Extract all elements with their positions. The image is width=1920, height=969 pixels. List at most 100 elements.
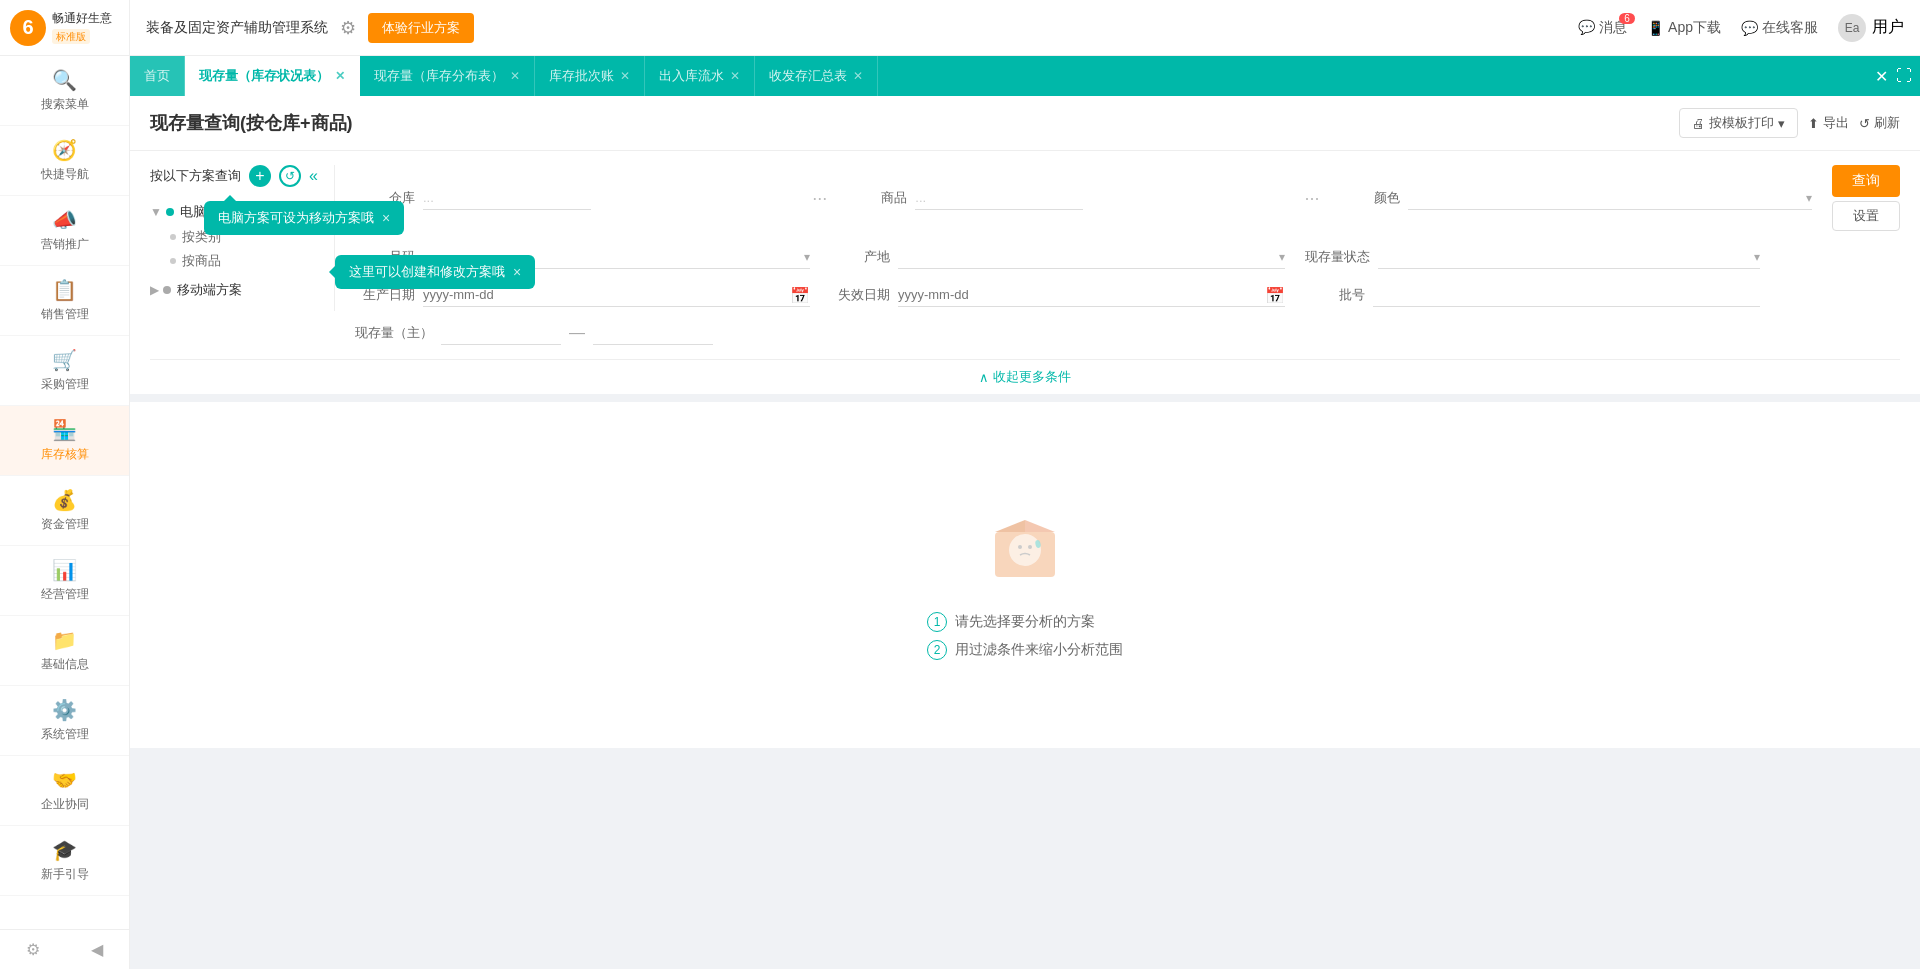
settings-footer-btn[interactable]: ⚙ [26, 940, 40, 959]
tab-batch-account[interactable]: 库存批次账 ✕ [535, 56, 645, 96]
batch-label: 批号 [1305, 286, 1365, 304]
tab-close-inventory-status[interactable]: ✕ [335, 69, 345, 83]
sidebar-item-search[interactable]: 🔍 搜索菜单 [0, 56, 129, 126]
tooltip1-close[interactable]: × [382, 210, 390, 226]
goods-select-wrapper [915, 186, 1304, 210]
header-gear-icon[interactable]: ⚙ [340, 17, 356, 39]
logo-text: 畅通好生意 标准版 [52, 11, 112, 44]
sys-name: 装备及固定资产辅助管理系统 [146, 19, 328, 37]
goods-input[interactable] [915, 186, 1083, 210]
filter-label: 按以下方案查询 [150, 167, 241, 185]
filter-circle-btn[interactable]: ↺ [279, 165, 301, 187]
warehouse-input[interactable] [423, 186, 591, 210]
export-btn[interactable]: ⬆ 导出 [1808, 114, 1849, 132]
filter-color: 颜色 ▾ [1340, 186, 1812, 210]
empty-step-1: 1 请先选择要分析的方案 [927, 612, 1123, 632]
filter-header: 按以下方案查询 + ↺ « [150, 165, 318, 187]
query-btn[interactable]: 查询 [1832, 165, 1900, 197]
refresh-icon: ↺ [1859, 116, 1870, 131]
warehouse-select-wrapper [423, 186, 812, 210]
template-print-btn[interactable]: 🖨 按模板打印 ▾ [1679, 108, 1798, 138]
tabs-expand-btn[interactable]: ⛶ [1896, 67, 1912, 85]
tab-inout-flow[interactable]: 出入库流水 ✕ [645, 56, 755, 96]
empty-steps: 1 请先选择要分析的方案 2 用过滤条件来缩小分析范围 [927, 612, 1123, 668]
filter-origin: 产地 ▾ [830, 245, 1285, 269]
tab-recv-summary[interactable]: 收发存汇总表 ✕ [755, 56, 878, 96]
sidebar-item-purchase[interactable]: 🛒 采购管理 [0, 336, 129, 406]
stock-main-label: 现存量（主） [355, 324, 433, 342]
sidebar-nav: 🔍 搜索菜单 🧭 快捷导航 📣 营销推广 📋 销售管理 🛒 采购管理 🏪 库存核… [0, 56, 129, 929]
purchase-icon: 🛒 [52, 348, 77, 372]
scheme-mobile[interactable]: ▶ 移动端方案 [150, 277, 318, 303]
header: 装备及固定资产辅助管理系统 ⚙ 体验行业方案 💬 消息 6 📱 App下载 💬 … [130, 0, 1920, 56]
tooltip2-close[interactable]: × [513, 264, 521, 280]
collapse-sidebar-btn[interactable]: ◀ [91, 940, 103, 959]
goods-label: 商品 [847, 189, 907, 207]
sidebar-item-finance[interactable]: 💰 资金管理 [0, 476, 129, 546]
sidebar-item-marketing[interactable]: 📣 营销推广 [0, 196, 129, 266]
origin-label: 产地 [830, 248, 890, 266]
stock-status-select[interactable] [1378, 245, 1760, 269]
stock-main-to[interactable] [593, 321, 713, 345]
user-label: 用户 [1872, 17, 1904, 38]
tab-close-batch[interactable]: ✕ [620, 69, 630, 83]
notice-btn[interactable]: 💬 消息 6 [1578, 19, 1627, 37]
color-select-wrapper: ▾ [1408, 186, 1812, 210]
exp-date-input[interactable] [898, 283, 1285, 307]
origin-select[interactable] [898, 245, 1285, 269]
refresh-btn[interactable]: ↺ 刷新 [1859, 114, 1900, 132]
scheme-sub-goods[interactable]: 按商品 [170, 249, 318, 273]
color-select[interactable] [1408, 186, 1812, 210]
header-right: 💬 消息 6 📱 App下载 💬 在线客服 Ea 用户 [1578, 14, 1904, 42]
circle-icon: ↺ [285, 169, 295, 183]
sidebar-item-operation[interactable]: 📊 经营管理 [0, 546, 129, 616]
tab-inventory-status[interactable]: 现存量（库存状况表） ✕ [185, 56, 360, 96]
tab-close-inventory-dist[interactable]: ✕ [510, 69, 520, 83]
guide-icon: 🎓 [52, 838, 77, 862]
tabs-close-all-btn[interactable]: ✕ [1875, 67, 1888, 86]
empty-state: 1 请先选择要分析的方案 2 用过滤条件来缩小分析范围 [130, 402, 1920, 748]
sales-icon: 📋 [52, 278, 77, 302]
app-download-btn[interactable]: 📱 App下载 [1647, 19, 1721, 37]
prod-date-cal-icon[interactable]: 📅 [790, 286, 810, 305]
sidebar-item-basic[interactable]: 📁 基础信息 [0, 616, 129, 686]
filter-add-btn[interactable]: + [249, 165, 271, 187]
tooltip-scheme-set: 电脑方案可设为移动方案哦 × [204, 201, 404, 235]
filter-batch: 批号 [1305, 283, 1760, 307]
sidebar-item-inventory[interactable]: 🏪 库存核算 [0, 406, 129, 476]
logo-icon: 6 [10, 10, 46, 46]
chevron-down-icon: ▾ [1778, 116, 1785, 131]
warehouse-dots[interactable]: ··· [812, 188, 827, 209]
sidebar-footer: ⚙ ◀ [0, 929, 129, 969]
stock-main-from[interactable] [441, 321, 561, 345]
filter-exp-date: 失效日期 📅 [830, 283, 1285, 307]
set-btn[interactable]: 设置 [1832, 201, 1900, 231]
inventory-icon: 🏪 [52, 418, 77, 442]
sidebar-item-enterprise[interactable]: 🤝 企业协同 [0, 756, 129, 826]
industry-btn[interactable]: 体验行业方案 [368, 13, 474, 43]
sidebar-logo: 6 畅通好生意 标准版 [0, 0, 129, 56]
exp-date-label: 失效日期 [830, 286, 890, 304]
tab-close-recv[interactable]: ✕ [853, 69, 863, 83]
empty-illustration [970, 482, 1080, 596]
online-service-btn[interactable]: 💬 在线客服 [1741, 19, 1818, 37]
tab-inventory-dist[interactable]: 现存量（库存分布表） ✕ [360, 56, 535, 96]
sidebar-item-guide[interactable]: 🎓 新手引导 [0, 826, 129, 896]
tabs-actions: ✕ ⛶ [1875, 56, 1920, 96]
sidebar-item-quick[interactable]: 🧭 快捷导航 [0, 126, 129, 196]
tab-home[interactable]: 首页 [130, 56, 185, 96]
exp-date-input-wrapper: 📅 [898, 283, 1285, 307]
goods-dots[interactable]: ··· [1305, 188, 1320, 209]
exp-date-cal-icon[interactable]: 📅 [1265, 286, 1285, 305]
phone-icon: 📱 [1647, 20, 1664, 36]
sidebar-item-sales[interactable]: 📋 销售管理 [0, 266, 129, 336]
collapse-bar[interactable]: ∧ 收起更多条件 [150, 359, 1900, 394]
scheme-mobile-dot [163, 286, 171, 294]
batch-input[interactable] [1373, 283, 1760, 307]
filter-arrow-btn[interactable]: « [309, 167, 318, 185]
system-icon: ⚙️ [52, 698, 77, 722]
user-menu[interactable]: Ea 用户 [1838, 14, 1904, 42]
scheme-desktop-arrow: ▼ [150, 205, 162, 219]
sidebar-item-system[interactable]: ⚙️ 系统管理 [0, 686, 129, 756]
tab-close-inout[interactable]: ✕ [730, 69, 740, 83]
